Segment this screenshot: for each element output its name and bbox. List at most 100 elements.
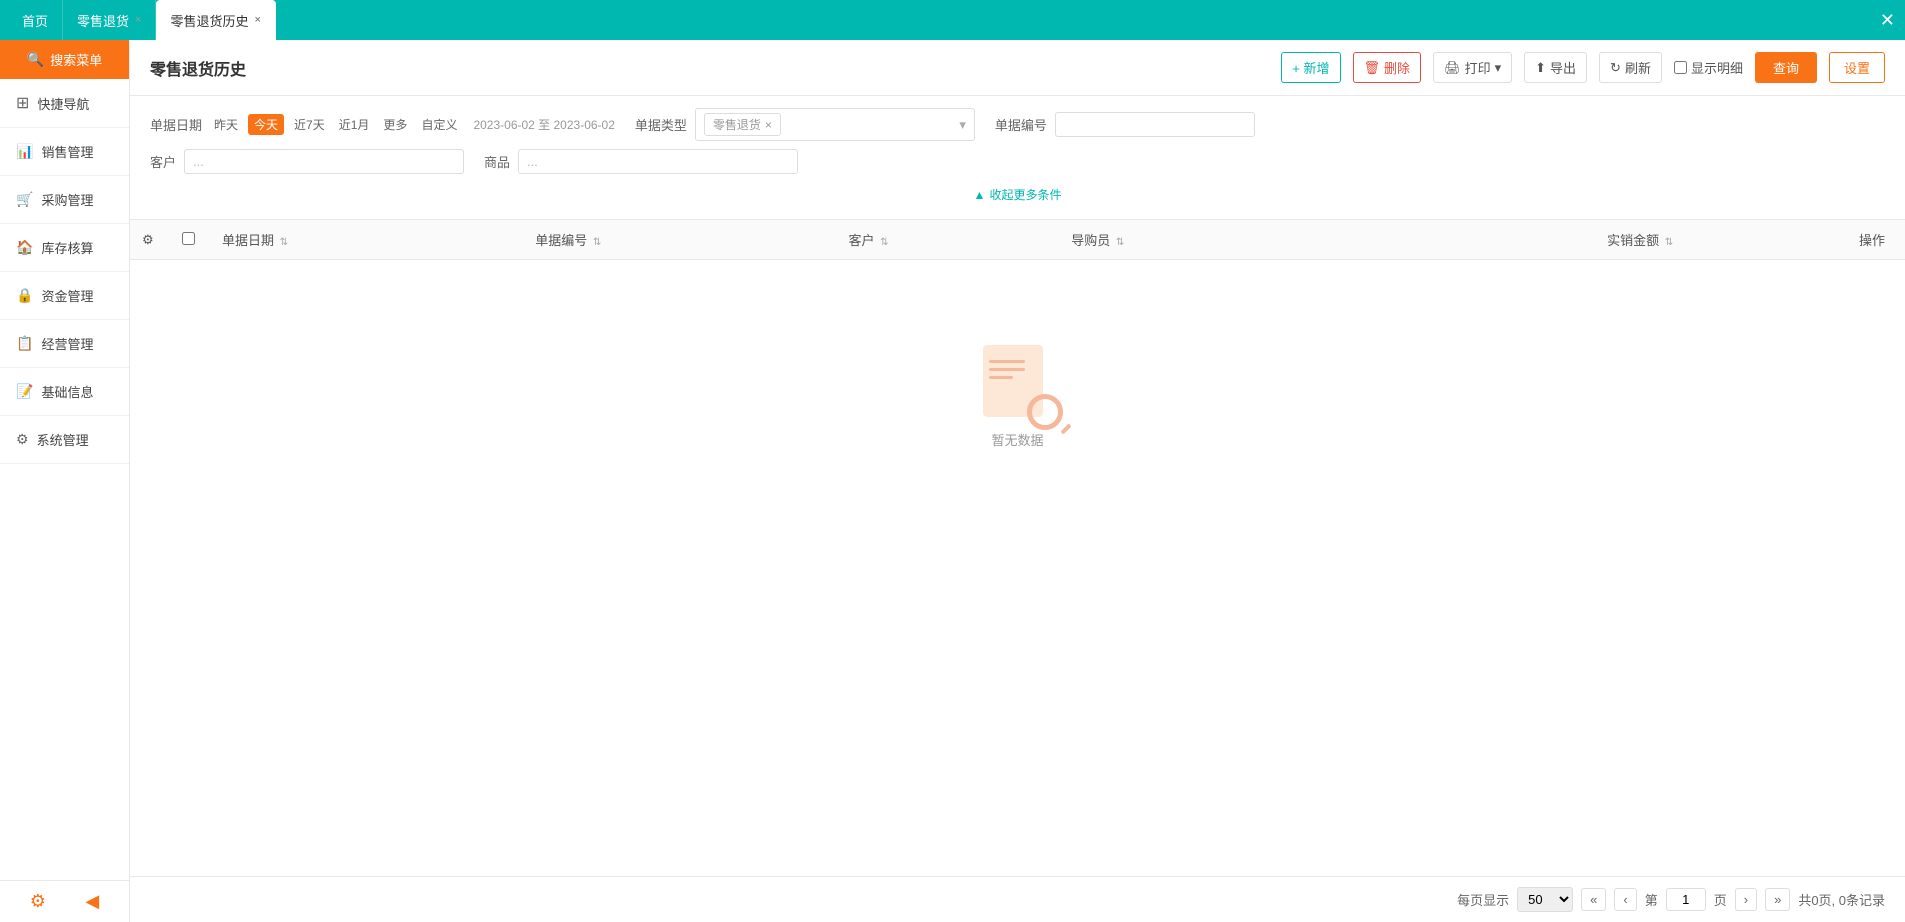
page-input[interactable] (1666, 888, 1706, 911)
sidebar-item-quick-nav[interactable]: ⊞ 快捷导航 (0, 79, 129, 128)
date-btn-1month[interactable]: 近1月 (335, 114, 374, 135)
sidebar-item-ops-mgmt[interactable]: 📋 经营管理 (0, 320, 129, 368)
date-btn-custom[interactable]: 自定义 (417, 114, 461, 135)
data-table: ⚙ 单据日期 ⇅ 单据编号 ⇅ (130, 220, 1905, 529)
tag-close-icon[interactable]: × (765, 118, 772, 132)
select-all-checkbox[interactable] (182, 232, 195, 245)
print-button[interactable]: 🖨 打印 ▾ (1433, 52, 1512, 83)
sidebar-item-label: 经营管理 (41, 334, 93, 353)
tab-history[interactable]: 零售退货历史 × (156, 0, 275, 40)
col-customer[interactable]: 客户 ⇅ (836, 220, 1059, 260)
sidebar-item-base-info[interactable]: 📝 基础信息 (0, 368, 129, 416)
date-filter-label: 单据日期 (150, 115, 202, 134)
table-body: 暂无数据 (130, 260, 1905, 530)
customer-label: 客户 (150, 152, 176, 171)
pagination: 每页显示 50 10 20 100 « ‹ 第 页 › » 共0页, 0条记录 (130, 876, 1905, 922)
next-page-button[interactable]: › (1735, 888, 1757, 911)
doc-line-2 (989, 368, 1025, 371)
filter-goods: 商品 ... (484, 149, 798, 174)
sidebar-item-label: 资金管理 (41, 286, 93, 305)
collapse-up-icon: ▲ (974, 188, 986, 202)
filter-date: 单据日期 昨天 今天 近7天 近1月 更多 自定义 2023-06-02 至 2… (150, 114, 615, 135)
col-doc-no[interactable]: 单据编号 ⇅ (523, 220, 836, 260)
col-doc-no-label: 单据编号 (535, 233, 587, 248)
sidebar-search-label: 搜索菜单 (50, 50, 102, 69)
per-page-select[interactable]: 50 10 20 100 (1517, 887, 1573, 912)
query-button[interactable]: 查询 (1755, 52, 1817, 83)
settings-gear-icon[interactable]: ⚙ (30, 891, 46, 912)
col-operation: 操作 (1703, 220, 1905, 260)
sidebar-item-label: 快捷导航 (37, 94, 89, 113)
main-layout: 🔍 搜索菜单 ⊞ 快捷导航 📊 销售管理 🛒 采购管理 🏠 库存核算 🔒 资金管… (0, 40, 1905, 922)
collapse-label: 收起更多条件 (989, 186, 1061, 203)
show-detail-checkbox[interactable] (1674, 61, 1687, 74)
col-customer-sort-icon: ⇅ (880, 237, 888, 248)
col-settings-icon: ⚙ (142, 232, 154, 247)
table-container: ⚙ 单据日期 ⇅ 单据编号 ⇅ (130, 220, 1905, 876)
purchase-icon: 🛒 (16, 191, 33, 208)
empty-state: 暂无数据 (130, 260, 1905, 529)
prev-page-button[interactable]: ‹ (1614, 888, 1636, 911)
customer-input[interactable]: ... (184, 149, 464, 174)
last-page-button[interactable]: » (1765, 888, 1790, 911)
col-actual-amount[interactable]: 实销金额 ⇅ (1327, 220, 1703, 260)
export-button[interactable]: ⬆ 导出 (1524, 52, 1587, 83)
refresh-button[interactable]: ↻ 刷新 (1599, 52, 1662, 83)
sidebar-search[interactable]: 🔍 搜索菜单 (0, 40, 129, 79)
col-customer-label: 客户 (848, 233, 874, 248)
date-btn-yesterday[interactable]: 昨天 (210, 114, 242, 135)
new-button[interactable]: + 新增 (1281, 52, 1340, 83)
sidebar-item-sys-mgmt[interactable]: ⚙ 系统管理 (0, 416, 129, 464)
sidebar: 🔍 搜索菜单 ⊞ 快捷导航 📊 销售管理 🛒 采购管理 🏠 库存核算 🔒 资金管… (0, 40, 130, 922)
search-icon: 🔍 (27, 51, 44, 68)
doc-no-input[interactable] (1055, 112, 1255, 137)
sidebar-item-label: 系统管理 (37, 430, 89, 449)
content-area: 零售退货历史 + 新增 🗑 删除 🖨 打印 ▾ ⬆ 导出 ↻ (130, 40, 1905, 922)
goods-input[interactable]: ... (518, 149, 798, 174)
show-detail-label[interactable]: 显示明细 (1674, 58, 1743, 77)
col-guide[interactable]: 导购员 ⇅ (1059, 220, 1327, 260)
window-close-button[interactable]: ✕ (1880, 10, 1895, 31)
tab-history-close[interactable]: × (254, 14, 260, 26)
col-check[interactable] (170, 220, 210, 260)
base-icon: 📝 (16, 383, 33, 400)
sidebar-collapse-icon[interactable]: ◀ (85, 891, 99, 912)
col-doc-date[interactable]: 单据日期 ⇅ (210, 220, 523, 260)
date-range-display: 2023-06-02 至 2023-06-02 (473, 116, 614, 133)
sidebar-item-stock-calc[interactable]: 🏠 库存核算 (0, 224, 129, 272)
col-actual-amount-sort-icon: ⇅ (1665, 237, 1673, 248)
col-doc-date-sort-icon: ⇅ (280, 237, 288, 248)
tab-home-label: 首页 (22, 11, 48, 30)
stock-icon: 🏠 (16, 239, 33, 256)
col-settings[interactable]: ⚙ (130, 220, 170, 260)
export-icon: ⬆ (1535, 60, 1546, 76)
empty-text: 暂无数据 (991, 430, 1043, 449)
trash-icon: 🗑 (1364, 60, 1381, 76)
delete-button[interactable]: 🗑 删除 (1353, 52, 1422, 83)
col-guide-sort-icon: ⇅ (1116, 237, 1124, 248)
tab-return-close[interactable]: × (135, 14, 141, 26)
sys-icon: ⚙ (16, 431, 29, 448)
filter-customer: 客户 ... (150, 149, 464, 174)
col-operation-label: 操作 (1859, 233, 1885, 248)
date-btn-more[interactable]: 更多 (379, 114, 411, 135)
doc-lines (989, 360, 1025, 384)
sidebar-item-finance-mgmt[interactable]: 🔒 资金管理 (0, 272, 129, 320)
doc-type-input[interactable]: 零售退货 × ▾ (695, 108, 975, 141)
print-chevron-icon: ▾ (1495, 60, 1502, 76)
sidebar-item-purchase-mgmt[interactable]: 🛒 采购管理 (0, 176, 129, 224)
quick-nav-icon: ⊞ (16, 93, 29, 113)
collapse-button[interactable]: ▲ 收起更多条件 (150, 182, 1885, 207)
date-filter-options: 昨天 今天 近7天 近1月 更多 自定义 (210, 114, 461, 135)
date-btn-7days[interactable]: 近7天 (290, 114, 329, 135)
tab-home[interactable]: 首页 (8, 0, 63, 40)
settings-button[interactable]: 设置 (1829, 52, 1885, 83)
filter-doc-type: 单据类型 零售退货 × ▾ (635, 108, 975, 141)
col-actual-amount-label: 实销金额 (1607, 233, 1659, 248)
sidebar-item-sales-mgmt[interactable]: 📊 销售管理 (0, 128, 129, 176)
header-actions: + 新增 🗑 删除 🖨 打印 ▾ ⬆ 导出 ↻ 刷新 (1281, 52, 1885, 83)
magnify-icon (1027, 394, 1063, 430)
first-page-button[interactable]: « (1581, 888, 1606, 911)
tab-return[interactable]: 零售退货 × (63, 0, 156, 40)
date-btn-today[interactable]: 今天 (248, 114, 284, 135)
